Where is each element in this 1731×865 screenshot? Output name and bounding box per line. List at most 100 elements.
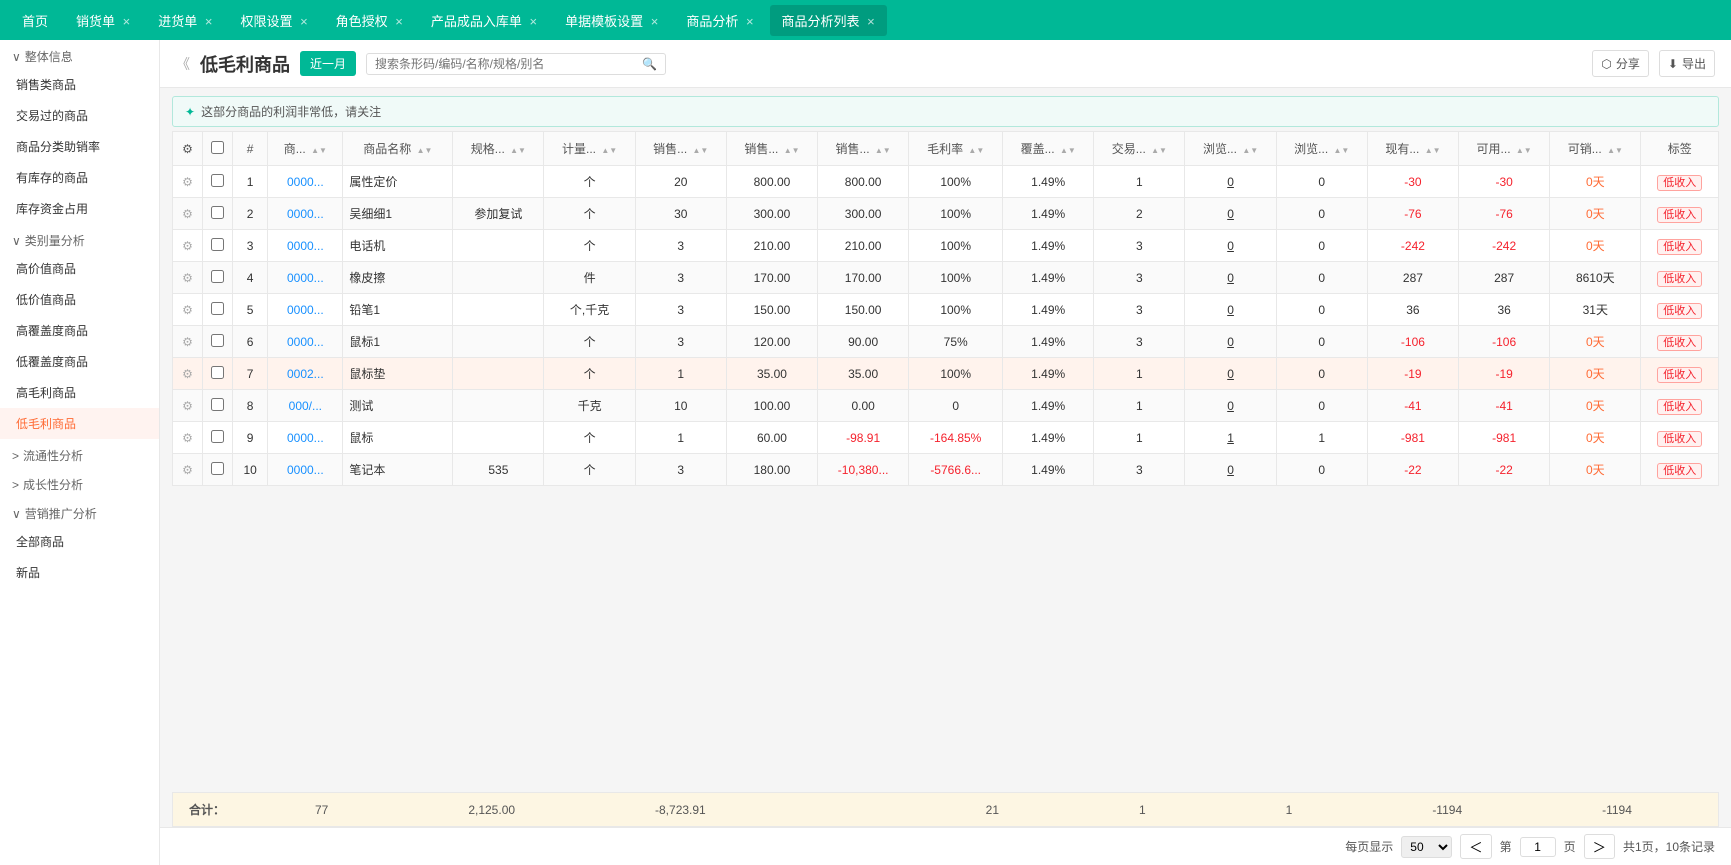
cell-checkbox[interactable]	[203, 166, 233, 198]
sidebar-group-growth[interactable]: > 成长性分析	[0, 468, 159, 497]
page-size-select[interactable]: 20 50 100	[1401, 836, 1452, 858]
sidebar-item-traded-products[interactable]: 交易过的商品	[0, 100, 159, 131]
sort-name[interactable]: ▲▼	[417, 147, 433, 155]
col-settings[interactable]: ⚙	[173, 132, 203, 166]
close-role-auth[interactable]: ×	[395, 14, 403, 29]
sidebar-group-overall[interactable]: ∨ 整体信息	[0, 40, 159, 69]
cell-browse1[interactable]: 0	[1185, 390, 1276, 422]
nav-permission-settings[interactable]: 权限设置 ×	[228, 5, 319, 36]
cell-settings[interactable]: ⚙	[173, 454, 203, 486]
nav-home[interactable]: 首页	[10, 5, 60, 36]
col-coverage[interactable]: 覆盖... ▲▼	[1003, 132, 1094, 166]
cell-settings[interactable]: ⚙	[173, 166, 203, 198]
cell-checkbox[interactable]	[203, 422, 233, 454]
sort-sales-price[interactable]: ▲▼	[784, 147, 800, 155]
sort-coverage[interactable]: ▲▼	[1060, 147, 1076, 155]
close-product-analysis[interactable]: ×	[746, 14, 754, 29]
cell-browse1[interactable]: 0	[1185, 262, 1276, 294]
sidebar-item-low-coverage[interactable]: 低覆盖度商品	[0, 346, 159, 377]
col-sales-price[interactable]: 销售... ▲▼	[726, 132, 817, 166]
sort-available[interactable]: ▲▼	[1516, 147, 1532, 155]
sort-code[interactable]: ▲▼	[311, 147, 327, 155]
sort-unit[interactable]: ▲▼	[601, 147, 617, 155]
nav-purchase-order[interactable]: 进货单 ×	[146, 5, 224, 36]
col-code[interactable]: 商... ▲▼	[268, 132, 343, 166]
cell-settings[interactable]: ⚙	[173, 358, 203, 390]
sort-gross-margin[interactable]: ▲▼	[968, 147, 984, 155]
sidebar-item-high-margin[interactable]: 高毛利商品	[0, 377, 159, 408]
col-gross-margin[interactable]: 毛利率 ▲▼	[909, 132, 1003, 166]
close-product-analysis-list[interactable]: ×	[867, 14, 875, 29]
sort-browse1[interactable]: ▲▼	[1242, 147, 1258, 155]
sidebar-group-marketing[interactable]: ∨ 营销推广分析	[0, 497, 159, 526]
col-saleable[interactable]: 可销... ▲▼	[1550, 132, 1641, 166]
sidebar-item-sales-products[interactable]: 销售类商品	[0, 69, 159, 100]
prev-page-button[interactable]: ＜	[1460, 834, 1491, 859]
cell-settings[interactable]: ⚙	[173, 294, 203, 326]
cell-browse1[interactable]: 0	[1185, 454, 1276, 486]
date-filter-button[interactable]: 近一月	[300, 51, 356, 76]
cell-checkbox[interactable]	[203, 358, 233, 390]
sidebar-item-high-value[interactable]: 高价值商品	[0, 253, 159, 284]
nav-product-analysis[interactable]: 商品分析 ×	[674, 5, 765, 36]
cell-browse1[interactable]: 0	[1185, 230, 1276, 262]
col-checkbox[interactable]	[203, 132, 233, 166]
col-browse1[interactable]: 浏览... ▲▼	[1185, 132, 1276, 166]
sort-spec[interactable]: ▲▼	[510, 147, 526, 155]
close-sales-order[interactable]: ×	[123, 14, 131, 29]
cell-settings[interactable]: ⚙	[173, 198, 203, 230]
sort-transaction[interactable]: ▲▼	[1151, 147, 1167, 155]
sort-saleable[interactable]: ▲▼	[1607, 147, 1623, 155]
sidebar-item-low-value[interactable]: 低价值商品	[0, 284, 159, 315]
cell-settings[interactable]: ⚙	[173, 230, 203, 262]
col-available[interactable]: 可用... ▲▼	[1459, 132, 1550, 166]
close-permission-settings[interactable]: ×	[300, 14, 308, 29]
cell-checkbox[interactable]	[203, 390, 233, 422]
sidebar-item-stocked-products[interactable]: 有库存的商品	[0, 162, 159, 193]
sidebar-collapse-icon[interactable]: 《	[176, 54, 190, 74]
close-purchase-order[interactable]: ×	[205, 14, 213, 29]
col-current-stock[interactable]: 现有... ▲▼	[1367, 132, 1458, 166]
col-name[interactable]: 商品名称 ▲▼	[343, 132, 453, 166]
col-transaction[interactable]: 交易... ▲▼	[1094, 132, 1185, 166]
share-button[interactable]: ⬡ 分享	[1592, 50, 1649, 77]
cell-browse1[interactable]: 0	[1185, 358, 1276, 390]
col-unit[interactable]: 计量... ▲▼	[544, 132, 635, 166]
sidebar-item-all-products[interactable]: 全部商品	[0, 526, 159, 557]
sort-browse2[interactable]: ▲▼	[1334, 147, 1350, 155]
col-spec[interactable]: 规格... ▲▼	[453, 132, 544, 166]
cell-settings[interactable]: ⚙	[173, 390, 203, 422]
sort-sales-count[interactable]: ▲▼	[693, 147, 709, 155]
cell-checkbox[interactable]	[203, 198, 233, 230]
search-input[interactable]	[375, 57, 636, 71]
cell-checkbox[interactable]	[203, 294, 233, 326]
export-button[interactable]: ⬇ 导出	[1659, 50, 1715, 77]
sidebar-group-category-analysis[interactable]: ∨ 类别量分析	[0, 224, 159, 253]
cell-checkbox[interactable]	[203, 230, 233, 262]
close-product-stock-in[interactable]: ×	[530, 14, 538, 29]
select-all-checkbox[interactable]	[211, 141, 224, 154]
nav-product-analysis-list[interactable]: 商品分析列表 ×	[770, 5, 887, 36]
sidebar-item-category-assist-rate[interactable]: 商品分类助销率	[0, 131, 159, 162]
sidebar-item-new-products[interactable]: 新品	[0, 557, 159, 588]
next-page-button[interactable]: ＞	[1584, 834, 1615, 859]
sort-current-stock[interactable]: ▲▼	[1425, 147, 1441, 155]
sort-sales-profit[interactable]: ▲▼	[875, 147, 891, 155]
col-sales-count[interactable]: 销售... ▲▼	[635, 132, 726, 166]
cell-settings[interactable]: ⚙	[173, 262, 203, 294]
cell-browse1[interactable]: 0	[1185, 166, 1276, 198]
close-template-settings[interactable]: ×	[651, 14, 659, 29]
sidebar-item-low-margin[interactable]: 低毛利商品	[0, 408, 159, 439]
cell-browse1[interactable]: 0	[1185, 326, 1276, 358]
cell-browse1[interactable]: 0	[1185, 294, 1276, 326]
col-browse2[interactable]: 浏览... ▲▼	[1276, 132, 1367, 166]
cell-settings[interactable]: ⚙	[173, 422, 203, 454]
page-number-input[interactable]	[1520, 837, 1556, 857]
search-icon[interactable]: 🔍	[642, 57, 657, 71]
cell-browse1[interactable]: 0	[1185, 198, 1276, 230]
nav-template-settings[interactable]: 单据模板设置 ×	[553, 5, 670, 36]
sidebar-group-circulation[interactable]: > 流通性分析	[0, 439, 159, 468]
sidebar-item-stock-funds[interactable]: 库存资金占用	[0, 193, 159, 224]
cell-checkbox[interactable]	[203, 454, 233, 486]
cell-checkbox[interactable]	[203, 326, 233, 358]
